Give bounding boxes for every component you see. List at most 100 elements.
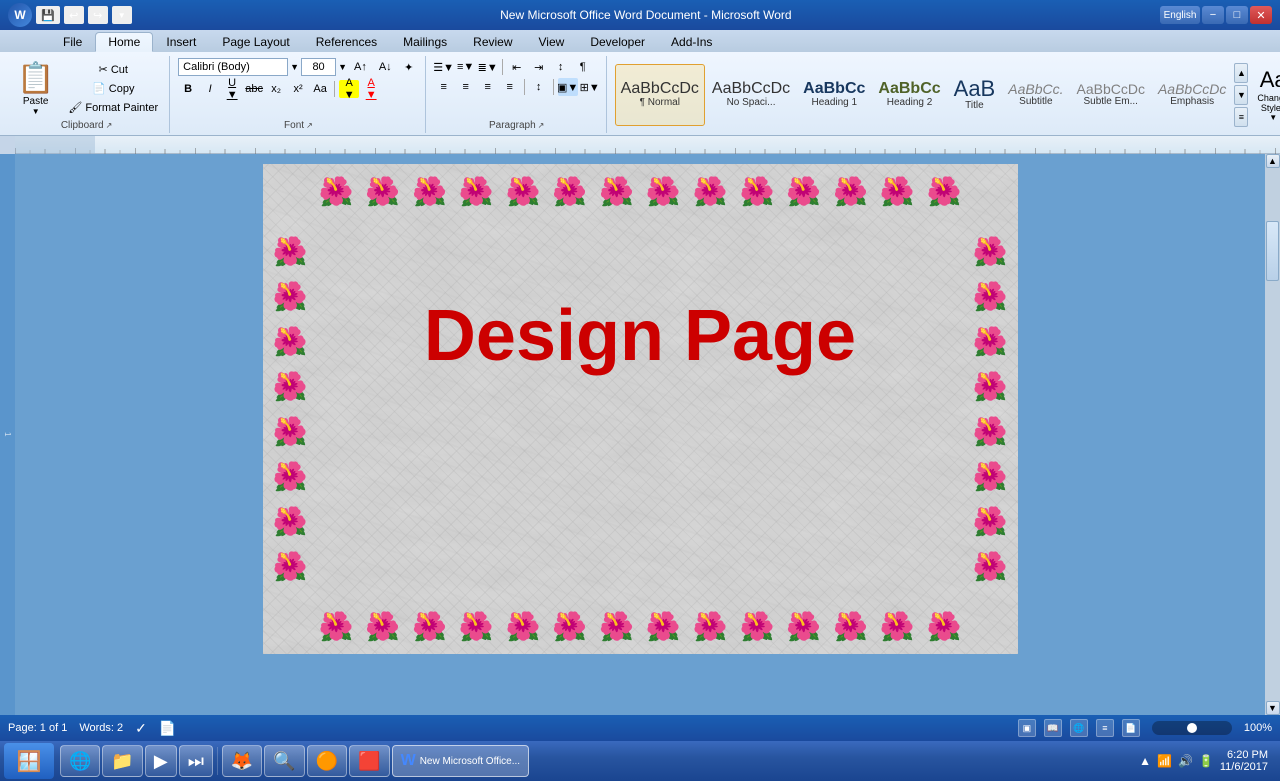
minimize-button[interactable]: − <box>1202 6 1224 24</box>
numbering-btn[interactable]: ≡▼ <box>456 58 476 76</box>
tab-developer[interactable]: Developer <box>577 32 658 52</box>
taskbar-explorer[interactable]: 📁 <box>102 745 142 777</box>
style-emphasis[interactable]: AaBbCcDc Emphasis <box>1152 64 1232 126</box>
indent-btn[interactable]: ⇥ <box>529 58 549 76</box>
subscript-button[interactable]: x₂ <box>266 80 286 98</box>
style-no-spacing[interactable]: AaBbCcDc No Spaci... <box>706 64 796 126</box>
tray-battery[interactable]: 🔋 <box>1199 754 1214 768</box>
superscript-button[interactable]: x² <box>288 80 308 98</box>
zoom-slider[interactable] <box>1152 721 1232 735</box>
web-layout-btn[interactable]: 🌐 <box>1070 719 1088 737</box>
styles-scroll-up[interactable]: ▲ <box>1234 63 1248 83</box>
app-icon[interactable]: W <box>8 3 32 27</box>
tray-network[interactable]: 📶 <box>1157 754 1172 768</box>
bold-button[interactable]: B <box>178 80 198 98</box>
font-name-input[interactable] <box>178 58 288 76</box>
tab-file[interactable]: File <box>50 32 95 52</box>
format-painter-button[interactable]: 🖌 Format Painter <box>63 98 163 116</box>
font-name-dropdown[interactable]: ▼ <box>290 62 299 72</box>
bullets-btn[interactable]: ☰▼ <box>434 58 454 76</box>
tab-home[interactable]: Home <box>95 32 153 52</box>
multilevel-btn[interactable]: ≣▼ <box>478 58 498 76</box>
scroll-thumb[interactable] <box>1266 221 1279 281</box>
shading-btn[interactable]: ▣▼ <box>558 78 578 96</box>
tab-page-layout[interactable]: Page Layout <box>209 32 302 52</box>
maximize-button[interactable]: □ <box>1226 6 1248 24</box>
taskbar-firefox[interactable]: 🦊 <box>222 745 262 777</box>
document-area[interactable]: 🌺 🌺 🌺 🌺 🌺 🌺 🌺 🌺 🌺 🌺 🌺 🌺 🌺 🌺 🌺 🌺 🌺 <box>15 154 1265 715</box>
undo-quick-btn[interactable]: ↩ <box>64 6 84 24</box>
language-indicator[interactable]: English <box>1160 6 1200 24</box>
tab-view[interactable]: View <box>526 32 578 52</box>
show-marks-btn[interactable]: ¶ <box>573 58 593 76</box>
justify-btn[interactable]: ≡ <box>500 78 520 96</box>
save-quick-btn[interactable]: 💾 <box>36 6 60 24</box>
styles-scroll-down[interactable]: ▼ <box>1234 85 1248 105</box>
taskbar-app2[interactable]: 🔍 <box>264 745 304 777</box>
highlight-btn[interactable]: A ▼ <box>339 80 359 98</box>
taskbar-app1[interactable]: ⏭ <box>179 745 213 777</box>
taskbar-media[interactable]: ▶ <box>145 745 177 777</box>
clock[interactable]: 6:20 PM 11/6/2017 <box>1220 749 1268 773</box>
change-styles-button[interactable]: Aa ChangeStyles ▼ <box>1252 64 1280 126</box>
scroll-up-btn[interactable]: ▲ <box>1266 154 1280 168</box>
para-expand[interactable]: ↗ <box>538 121 545 130</box>
tab-review[interactable]: Review <box>460 32 525 52</box>
style-heading1[interactable]: AaBbCc Heading 1 <box>797 64 871 126</box>
tab-references[interactable]: References <box>303 32 390 52</box>
cut-button[interactable]: ✂ Cut <box>63 60 163 78</box>
vertical-scrollbar[interactable]: ▲ ▼ <box>1265 154 1280 715</box>
taskbar-word[interactable]: W New Microsoft Office... <box>392 745 530 777</box>
spell-check-icon[interactable]: ✓ <box>135 720 147 737</box>
font-color-btn[interactable]: A ▼ <box>361 80 381 98</box>
styles-scroll-more[interactable]: ≡ <box>1234 107 1248 127</box>
track-changes-icon[interactable]: 📄 <box>159 720 176 737</box>
paste-button[interactable]: 📋 Paste ▼ <box>10 58 61 118</box>
tray-volume[interactable]: 🔊 <box>1178 754 1193 768</box>
clipboard-expand[interactable]: ↗ <box>106 121 113 130</box>
italic-button[interactable]: I <box>200 80 220 98</box>
sort-btn[interactable]: ↕ <box>551 58 571 76</box>
start-button[interactable]: 🪟 <box>4 743 54 779</box>
outdent-btn[interactable]: ⇤ <box>507 58 527 76</box>
font-grow-btn[interactable]: A↑ <box>349 58 372 76</box>
clear-format-btn[interactable]: ✦ <box>399 58 419 76</box>
borders-btn[interactable]: ⊞▼ <box>580 78 600 96</box>
style-subtitle[interactable]: AaBbCc. Subtitle <box>1002 64 1069 126</box>
tab-insert[interactable]: Insert <box>153 32 209 52</box>
full-reading-btn[interactable]: 📖 <box>1044 719 1062 737</box>
style-title[interactable]: AaB Title <box>948 64 1002 126</box>
tray-icon1[interactable]: ▲ <box>1139 754 1151 768</box>
font-size-input[interactable] <box>301 58 336 76</box>
align-right-btn[interactable]: ≡ <box>478 78 498 96</box>
taskbar-app4[interactable]: 🟥 <box>349 745 389 777</box>
taskbar-ie[interactable]: 🌐 <box>60 745 100 777</box>
zoom-thumb[interactable] <box>1187 723 1197 733</box>
copy-button[interactable]: 📄 Copy <box>63 79 163 97</box>
taskbar-app3[interactable]: 🟠 <box>307 745 347 777</box>
font-shrink-btn[interactable]: A↓ <box>374 58 397 76</box>
quick-access-dropdown[interactable]: ▼ <box>112 6 132 24</box>
document-heading[interactable]: Design Page <box>424 295 856 377</box>
line-spacing-btn[interactable]: ↕ <box>529 78 549 96</box>
align-left-btn[interactable]: ≡ <box>434 78 454 96</box>
outline-btn[interactable]: ≡ <box>1096 719 1114 737</box>
style-heading2[interactable]: AaBbCc Heading 2 <box>872 64 946 126</box>
redo-quick-btn[interactable]: ↪ <box>88 6 108 24</box>
tab-mailings[interactable]: Mailings <box>390 32 460 52</box>
scroll-down-btn[interactable]: ▼ <box>1266 701 1280 715</box>
font-size-dropdown[interactable]: ▼ <box>338 62 347 72</box>
style-subtle-em[interactable]: AaBbCcDc Subtle Em... <box>1070 64 1150 126</box>
print-layout-btn[interactable]: ▣ <box>1018 719 1036 737</box>
tab-add-ins[interactable]: Add-Ins <box>658 32 725 52</box>
change-case-button[interactable]: Aa <box>310 80 330 98</box>
document-page[interactable]: 🌺 🌺 🌺 🌺 🌺 🌺 🌺 🌺 🌺 🌺 🌺 🌺 🌺 🌺 🌺 🌺 🌺 <box>263 164 1018 654</box>
draft-btn[interactable]: 📄 <box>1122 719 1140 737</box>
underline-button[interactable]: U ▼ <box>222 80 242 98</box>
close-button[interactable]: ✕ <box>1250 6 1272 24</box>
font-expand[interactable]: ↗ <box>306 121 313 130</box>
zoom-level: 100% <box>1244 722 1272 734</box>
style-normal[interactable]: AaBbCcDc ¶ Normal <box>615 64 705 126</box>
align-center-btn[interactable]: ≡ <box>456 78 476 96</box>
strikethrough-button[interactable]: abc <box>244 80 264 98</box>
